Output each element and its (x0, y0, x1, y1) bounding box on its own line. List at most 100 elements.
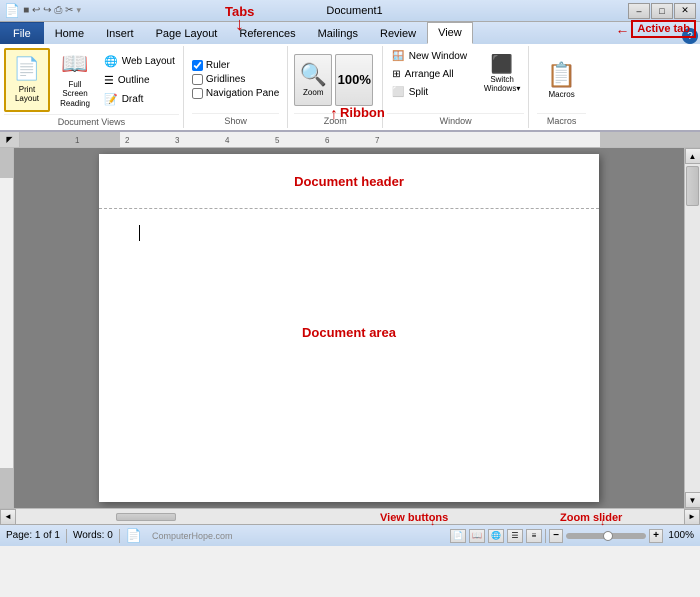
document-body[interactable]: Document area (99, 209, 599, 489)
full-screen-label: Full Screen Reading (55, 80, 95, 109)
svg-text:5: 5 (275, 136, 280, 145)
scrollbar-vertical[interactable]: ▲ ▼ (684, 148, 700, 508)
zoom-minus-button[interactable]: − (549, 529, 563, 543)
draft-button[interactable]: 📝 Draft (100, 91, 179, 108)
active-tab-annotation: ← Active tab (615, 20, 696, 38)
ruler-corner[interactable]: ◤ (0, 132, 20, 148)
zoom-percent-status: 100% (666, 530, 694, 541)
gridlines-checkbox[interactable] (192, 74, 203, 85)
restore-button[interactable]: □ (651, 3, 673, 19)
arrange-all-button[interactable]: ⊞ Arrange All (387, 66, 472, 83)
zoom-plus-button[interactable]: + (649, 529, 663, 543)
web-layout-icon: 🌐 (104, 55, 118, 68)
scroll-right-button[interactable]: ► (684, 509, 700, 525)
full-screen-button[interactable]: 📖 Full Screen Reading (52, 48, 98, 112)
minimize-button[interactable]: – (628, 3, 650, 19)
zoom-percent-button[interactable]: 100% (335, 54, 373, 106)
zoom-button[interactable]: 🔍 Zoom (294, 54, 332, 106)
window-group-label: Window (387, 113, 524, 126)
switch-windows-button[interactable]: ⬛ Switch Windows▾ (480, 48, 524, 98)
status-separator-1 (66, 529, 67, 543)
gridlines-checkbox-label[interactable]: Gridlines (192, 74, 279, 85)
zoom-slider-annotation: Zoom slider (560, 512, 622, 524)
macros-icon: 📋 (547, 61, 577, 90)
show-group-label: Show (192, 113, 279, 126)
tab-insert[interactable]: Insert (95, 22, 145, 44)
h-scroll-thumb[interactable] (116, 513, 176, 521)
svg-text:6: 6 (325, 136, 330, 145)
document-views-group: 📄 Print Layout 📖 Full Screen Reading 🌐 W… (0, 46, 184, 128)
document-header-label: Document header (294, 174, 404, 189)
ruler-ticks-svg: 1 2 3 4 5 6 7 (20, 132, 700, 148)
view-btn-fullscreen[interactable]: 📖 (469, 529, 485, 543)
web-layout-button[interactable]: 🌐 Web Layout (100, 53, 179, 70)
scroll-down-button[interactable]: ▼ (685, 492, 700, 508)
scroll-up-button[interactable]: ▲ (685, 148, 700, 164)
document-views-label: Document Views (4, 114, 179, 127)
navigation-checkbox[interactable] (192, 88, 203, 99)
print-layout-icon: 📄 (13, 56, 40, 82)
svg-text:1: 1 (75, 136, 80, 145)
view-btn-draft[interactable]: ≡ (526, 529, 542, 543)
view-btn-print[interactable]: 📄 (450, 529, 466, 543)
zoom-slider-thumb[interactable] (603, 531, 613, 541)
svg-text:2: 2 (125, 136, 130, 145)
print-layout-button[interactable]: 📄 Print Layout (4, 48, 50, 112)
split-icon: ⬜ (392, 87, 404, 98)
tab-view[interactable]: View (427, 22, 473, 44)
close-button[interactable]: ✕ (674, 3, 696, 19)
tab-references[interactable]: References (228, 22, 306, 44)
status-separator-2 (119, 529, 120, 543)
scroll-left-button[interactable]: ◄ (0, 509, 16, 525)
words-status: Words: 0 (73, 530, 113, 541)
status-bar: Page: 1 of 1 Words: 0 📄 ComputerHope.com… (0, 524, 700, 546)
view-buttons-arrow: ↓ (430, 517, 435, 528)
ribbon-annotation-arrow: ↑ (330, 106, 338, 124)
status-separator-3 (545, 529, 546, 543)
ruler-horizontal: 1 2 3 4 5 6 7 (20, 132, 700, 147)
switch-windows-icon: ⬛ (491, 54, 513, 75)
svg-text:7: 7 (375, 136, 380, 145)
show-group: Ruler Gridlines Navigation Pane Show (184, 46, 288, 128)
view-btn-outline[interactable]: ☰ (507, 529, 523, 543)
ribbon-annotation: Ribbon (340, 105, 385, 120)
ruler-v-ticks (0, 148, 14, 508)
document[interactable]: Document header Document area (99, 154, 599, 502)
document-area-label: Document area (139, 325, 559, 340)
window-controls[interactable]: – □ ✕ (628, 3, 696, 19)
macros-group: 📋 Macros Macros (529, 46, 594, 128)
view-buttons-annotation: View buttons (380, 512, 448, 524)
tab-mailings[interactable]: Mailings (307, 22, 369, 44)
tab-file[interactable]: File (0, 22, 44, 44)
tab-page-layout[interactable]: Page Layout (145, 22, 229, 44)
ruler-checkbox-label[interactable]: Ruler (192, 60, 279, 71)
new-window-button[interactable]: 🪟 New Window (387, 48, 472, 65)
zoom-slider-track[interactable] (566, 533, 646, 539)
scroll-thumb[interactable] (686, 166, 699, 206)
site-label: ComputerHope.com (152, 531, 233, 541)
tab-home[interactable]: Home (44, 22, 95, 44)
text-cursor (139, 225, 140, 241)
split-button[interactable]: ⬜ Split (387, 84, 472, 101)
ruler-checkbox[interactable] (192, 60, 203, 71)
zoom-icon: 🔍 (300, 62, 327, 88)
tab-review[interactable]: Review (369, 22, 427, 44)
document-title: Document1 (81, 5, 628, 17)
doc-icon-status[interactable]: 📄 (126, 528, 142, 544)
print-layout-label: Print Layout (8, 85, 46, 104)
svg-text:3: 3 (175, 136, 180, 145)
window-group: 🪟 New Window ⊞ Arrange All ⬜ Split ⬛ Swi… (383, 46, 529, 128)
arrange-icon: ⊞ (392, 69, 400, 80)
outline-button[interactable]: ☰ Outline (100, 72, 179, 89)
ribbon: 📄 Print Layout 📖 Full Screen Reading 🌐 W… (0, 44, 700, 132)
title-bar: 📄 ■ ↩ ↪ ⎙ ✂ ▾ Document1 – □ ✕ (0, 0, 700, 22)
outline-icon: ☰ (104, 74, 114, 87)
navigation-checkbox-label[interactable]: Navigation Pane (192, 88, 279, 99)
view-btn-web[interactable]: 🌐 (488, 529, 504, 543)
document-header: Document header (99, 154, 599, 209)
page-status: Page: 1 of 1 (6, 530, 60, 541)
macros-button[interactable]: 📋 Macros (538, 52, 586, 108)
zoom-percent-value: 100% (338, 72, 371, 87)
draft-icon: 📝 (104, 93, 118, 106)
document-container: Document header Document area (14, 148, 684, 508)
